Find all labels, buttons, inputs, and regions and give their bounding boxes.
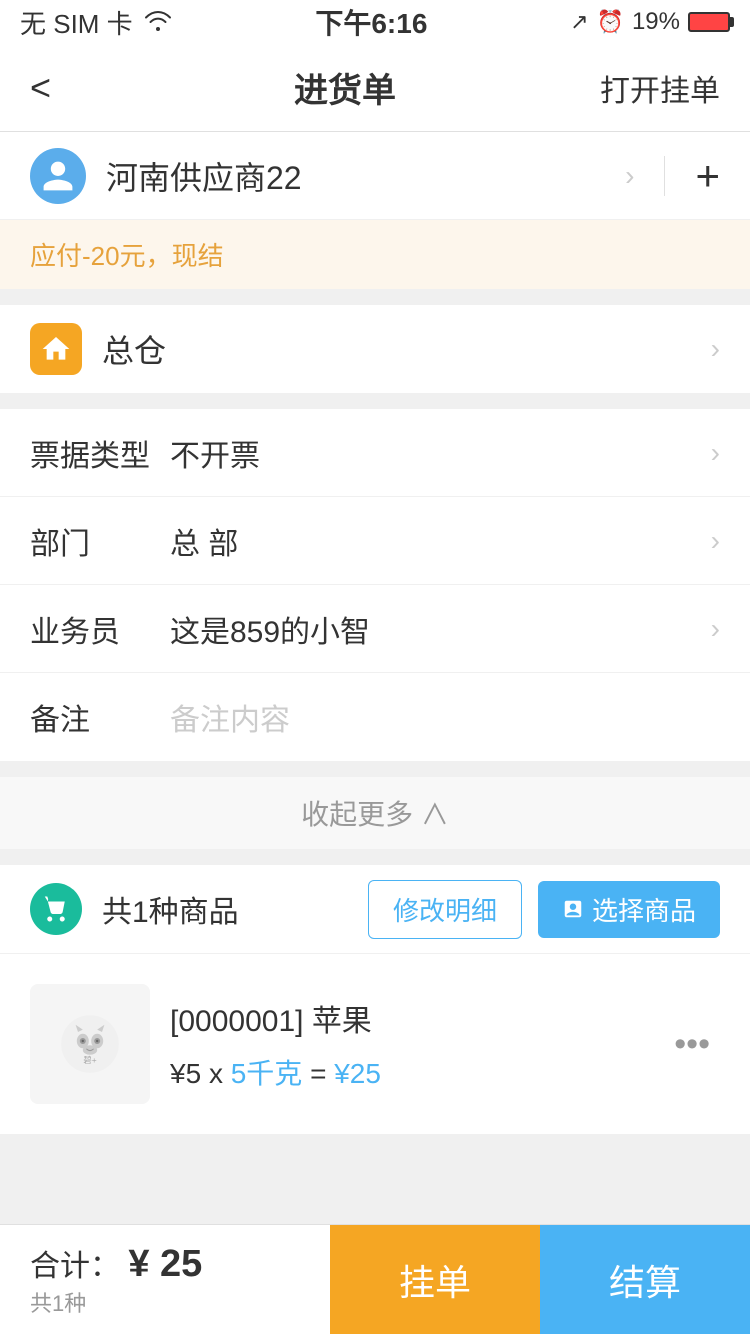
product-thumbnail: 碧+: [30, 984, 150, 1104]
department-arrow: ›: [711, 525, 720, 557]
product-name: [0000001] 苹果: [170, 996, 644, 1040]
modify-detail-button[interactable]: 修改明细: [368, 880, 522, 939]
invoice-type-arrow: ›: [711, 437, 720, 469]
product-total: ¥25: [334, 1058, 381, 1089]
product-price: ¥5 x 5千克 = ¥25: [170, 1052, 644, 1092]
battery-icon: [688, 12, 730, 32]
select-product-label: 选择商品: [592, 891, 696, 928]
carrier-text: 无 SIM 卡: [20, 4, 133, 41]
supplier-avatar: [30, 148, 86, 204]
warehouse-icon: [30, 323, 82, 375]
invoice-type-value: 不开票: [170, 431, 711, 475]
warehouse-name: 总仓: [102, 326, 711, 372]
nav-title: 进货单: [90, 63, 600, 112]
footer-count: 共1种: [30, 1286, 330, 1318]
product-info: [0000001] 苹果 ¥5 x 5千克 = ¥25: [170, 996, 644, 1092]
svg-text:碧+: 碧+: [83, 1055, 96, 1065]
product-section: 共1种商品 修改明细 选择商品: [0, 865, 750, 1134]
product-unit-price: ¥5: [170, 1058, 201, 1089]
footer-total-row: 合计： ¥ 25: [30, 1241, 330, 1286]
open-suspend-button[interactable]: 打开挂单: [600, 66, 720, 110]
checkout-button[interactable]: 结算: [540, 1225, 750, 1334]
product-title: 苹果: [312, 1005, 372, 1038]
footer: 合计： ¥ 25 共1种 挂单 结算: [0, 1224, 750, 1334]
nav-bar: < 进货单 打开挂单: [0, 44, 750, 132]
notice-row: 应付-20元，现结: [0, 220, 750, 289]
supplier-name: 河南供应商22: [106, 153, 625, 199]
person-icon: [40, 158, 76, 194]
footer-total: 合计： ¥ 25 共1种: [0, 1241, 330, 1318]
suspend-button[interactable]: 挂单: [330, 1225, 540, 1334]
warehouse-row[interactable]: 总仓 ›: [0, 305, 750, 393]
alarm-icon: ⏰: [597, 9, 624, 35]
warehouse-section: 总仓 ›: [0, 305, 750, 393]
product-quantity: 5千克: [231, 1058, 303, 1089]
remark-row[interactable]: 备注 备注内容: [0, 673, 750, 761]
salesman-label: 业务员: [30, 607, 170, 651]
wifi-icon: [143, 7, 173, 38]
location-icon: ↗: [570, 9, 588, 35]
total-label: 合计：: [30, 1250, 120, 1283]
status-left: 无 SIM 卡: [20, 4, 173, 41]
supplier-row[interactable]: 河南供应商22 › +: [0, 132, 750, 220]
status-bar: 无 SIM 卡 下午6:16 ↗ ⏰ 19%: [0, 0, 750, 44]
department-label: 部门: [30, 519, 170, 563]
product-multiply: x: [209, 1058, 231, 1089]
product-header: 共1种商品 修改明细 选择商品: [0, 865, 750, 953]
house-icon: [40, 333, 72, 365]
collapse-row[interactable]: 收起更多 ∧: [0, 777, 750, 849]
product-image: 碧+: [60, 1014, 120, 1074]
main-content: 河南供应商22 › + 应付-20元，现结 总仓 › 票据类型 不开票 › 部门…: [0, 132, 750, 1254]
add-supplier-button[interactable]: +: [695, 155, 720, 197]
select-product-button[interactable]: 选择商品: [538, 881, 720, 938]
supplier-arrow-icon: ›: [625, 160, 634, 192]
status-time: 下午6:16: [315, 2, 427, 42]
select-icon: [562, 898, 584, 920]
remark-value[interactable]: 备注内容: [170, 695, 720, 739]
salesman-arrow: ›: [711, 613, 720, 645]
product-more-button[interactable]: •••: [664, 1015, 720, 1074]
divider: [664, 156, 665, 196]
product-item: 碧+ [0000001] 苹果 ¥5 x 5千克 = ¥25 •••: [0, 954, 750, 1134]
cart-icon: [41, 894, 71, 924]
remark-label: 备注: [30, 695, 170, 739]
product-count-label: 共1种商品: [102, 887, 368, 931]
warehouse-arrow-icon: ›: [711, 333, 720, 365]
battery-percent: 19%: [632, 8, 680, 36]
salesman-value: 这是859的小智: [170, 607, 711, 651]
department-value: 总 部: [170, 519, 711, 563]
invoice-type-row[interactable]: 票据类型 不开票 ›: [0, 409, 750, 497]
back-button[interactable]: <: [30, 67, 90, 109]
status-right: ↗ ⏰ 19%: [570, 8, 730, 36]
department-row[interactable]: 部门 总 部 ›: [0, 497, 750, 585]
product-code: [0000001]: [170, 1005, 303, 1038]
supplier-section: 河南供应商22 › + 应付-20元，现结: [0, 132, 750, 289]
product-equals: =: [310, 1058, 334, 1089]
total-amount: ¥ 25: [128, 1243, 202, 1285]
invoice-type-label: 票据类型: [30, 431, 170, 475]
form-section: 票据类型 不开票 › 部门 总 部 › 业务员 这是859的小智 › 备注 备注…: [0, 409, 750, 761]
product-icon: [30, 883, 82, 935]
salesman-row[interactable]: 业务员 这是859的小智 ›: [0, 585, 750, 673]
